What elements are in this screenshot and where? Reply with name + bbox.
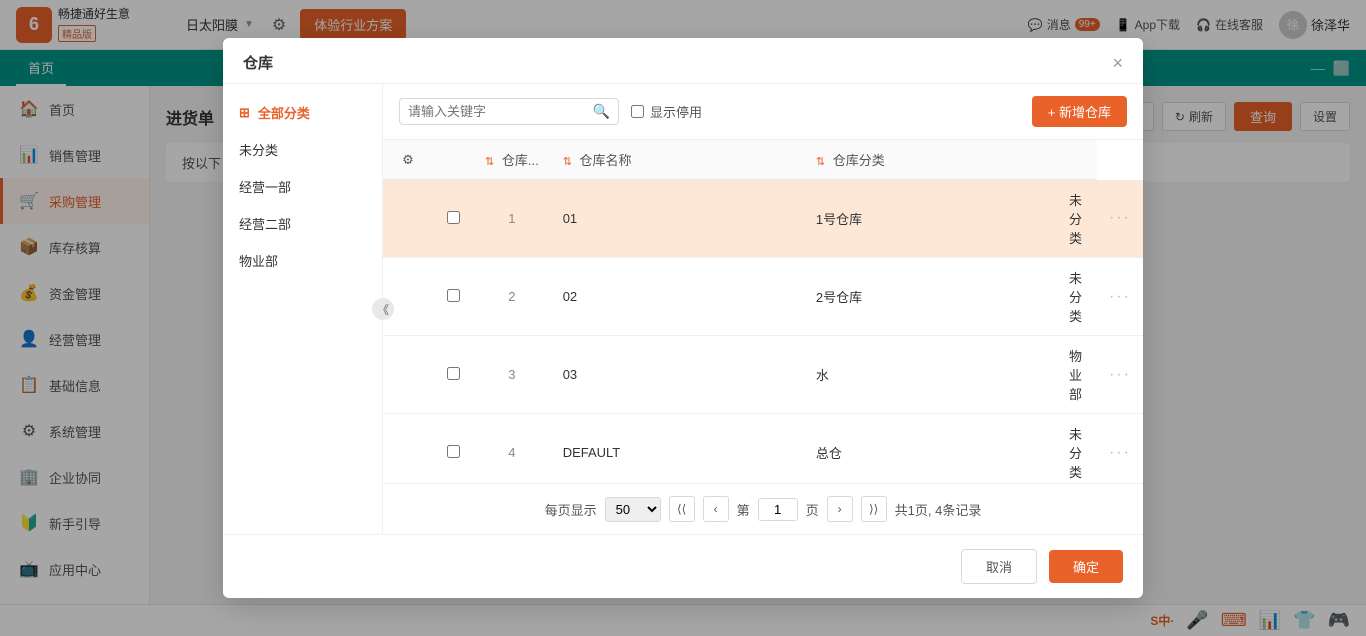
row-name-cell: 总仓 bbox=[804, 414, 1057, 484]
row-code-cell: DEFAULT bbox=[551, 414, 804, 484]
sort-icon-cat: ⇅ bbox=[816, 156, 825, 168]
category-label: 物业部 bbox=[239, 251, 278, 270]
col-header-settings: ⚙ bbox=[383, 140, 433, 180]
page-suffix: 页 bbox=[806, 500, 819, 519]
prev-page-button[interactable]: ‹ bbox=[703, 496, 729, 522]
search-icon[interactable]: 🔍 bbox=[593, 103, 610, 120]
category-all-label: 全部分类 bbox=[258, 103, 310, 122]
row-name-cell: 1号仓库 bbox=[804, 180, 1057, 258]
page-input[interactable] bbox=[758, 498, 798, 521]
row-category-cell: 物业部 bbox=[1057, 336, 1097, 414]
show-disabled-check[interactable] bbox=[631, 105, 644, 118]
pagination: 每页显示 50 10 20 100 ⟨⟨ ‹ 第 页 › ⟩⟩ 共1页, 4条记… bbox=[383, 483, 1143, 534]
modal-close-button[interactable]: × bbox=[1112, 54, 1123, 72]
row-name-cell: 2号仓库 bbox=[804, 258, 1057, 336]
row-dots-icon[interactable]: ··· bbox=[1109, 209, 1131, 226]
col-header-cb bbox=[433, 140, 473, 180]
row-actions-cell: ··· bbox=[1097, 336, 1143, 414]
row-code-cell: 01 bbox=[551, 180, 804, 258]
per-page-select[interactable]: 50 10 20 100 bbox=[605, 497, 661, 522]
row-actions-cell: ··· bbox=[1097, 258, 1143, 336]
category-sidebar-toggle[interactable]: 《 bbox=[372, 298, 394, 320]
total-label: 共1页, 4条记录 bbox=[895, 500, 982, 519]
row-actions-cell: ··· bbox=[1097, 414, 1143, 484]
add-warehouse-button[interactable]: + 新增仓库 bbox=[1032, 96, 1127, 127]
modal-main: 🔍 显示停用 + 新增仓库 ⚙ bbox=[383, 84, 1143, 534]
confirm-button[interactable]: 确定 bbox=[1049, 550, 1123, 583]
table-header-row: ⚙ ⇅ 仓库... ⇅ 仓库名称 bbox=[383, 140, 1143, 180]
category-item-property[interactable]: 物业部 bbox=[223, 242, 382, 279]
row-num-cell: 4 bbox=[473, 414, 551, 484]
last-page-button[interactable]: ⟩⟩ bbox=[861, 496, 887, 522]
show-disabled-label: 显示停用 bbox=[650, 102, 702, 121]
col-header-category: ⇅ 仓库分类 bbox=[804, 140, 1057, 180]
row-dots-icon[interactable]: ··· bbox=[1109, 366, 1131, 383]
search-box: 🔍 bbox=[399, 98, 619, 125]
row-settings-cell bbox=[383, 258, 433, 336]
cancel-button[interactable]: 取消 bbox=[961, 549, 1037, 584]
row-code-cell: 02 bbox=[551, 258, 804, 336]
category-label: 经营一部 bbox=[239, 177, 291, 196]
row-settings-cell bbox=[383, 414, 433, 484]
row-checkbox[interactable] bbox=[447, 367, 460, 380]
row-num-cell: 3 bbox=[473, 336, 551, 414]
category-sidebar: ⊞ 全部分类 未分类 经营一部 经营二部 物业部 《 bbox=[223, 84, 383, 534]
row-num-cell: 1 bbox=[473, 180, 551, 258]
warehouse-modal: 仓库 × ⊞ 全部分类 未分类 经营一部 经营二部 物业部 《 bbox=[223, 38, 1143, 598]
row-checkbox[interactable] bbox=[447, 289, 460, 302]
sort-icon-name: ⇅ bbox=[563, 156, 572, 168]
row-checkbox[interactable] bbox=[447, 211, 460, 224]
table-body: 1 01 1号仓库 未分类 ··· 2 02 2号仓库 未分类 ··· 3 03… bbox=[383, 180, 1143, 484]
category-label: 经营二部 bbox=[239, 214, 291, 233]
modal-header: 仓库 × bbox=[223, 38, 1143, 84]
col-header-name: ⇅ 仓库名称 bbox=[551, 140, 804, 180]
row-code-cell: 03 bbox=[551, 336, 804, 414]
table-row[interactable]: 3 03 水 物业部 ··· bbox=[383, 336, 1143, 414]
table-row[interactable]: 2 02 2号仓库 未分类 ··· bbox=[383, 258, 1143, 336]
per-page-label: 每页显示 bbox=[545, 500, 597, 519]
row-dots-icon[interactable]: ··· bbox=[1109, 444, 1131, 461]
row-category-cell: 未分类 bbox=[1057, 258, 1097, 336]
row-checkbox-cell[interactable] bbox=[433, 336, 473, 414]
row-name-cell: 水 bbox=[804, 336, 1057, 414]
row-category-cell: 未分类 bbox=[1057, 180, 1097, 258]
row-actions-cell: ··· bbox=[1097, 180, 1143, 258]
grid-icon: ⊞ bbox=[239, 105, 250, 121]
row-settings-cell bbox=[383, 336, 433, 414]
row-checkbox-cell[interactable] bbox=[433, 258, 473, 336]
category-all[interactable]: ⊞ 全部分类 bbox=[223, 94, 382, 131]
row-settings-cell bbox=[383, 180, 433, 258]
warehouse-table: ⚙ ⇅ 仓库... ⇅ 仓库名称 bbox=[383, 140, 1143, 483]
category-item-unclassified[interactable]: 未分类 bbox=[223, 131, 382, 168]
category-item-ops2[interactable]: 经营二部 bbox=[223, 205, 382, 242]
modal-body: ⊞ 全部分类 未分类 经营一部 经营二部 物业部 《 🔍 bbox=[223, 84, 1143, 534]
table-row[interactable]: 1 01 1号仓库 未分类 ··· bbox=[383, 180, 1143, 258]
table: ⚙ ⇅ 仓库... ⇅ 仓库名称 bbox=[383, 140, 1143, 483]
col-header-code: ⇅ 仓库... bbox=[473, 140, 551, 180]
modal-toolbar: 🔍 显示停用 + 新增仓库 bbox=[383, 84, 1143, 140]
table-row[interactable]: 4 DEFAULT 总仓 未分类 ··· bbox=[383, 414, 1143, 484]
row-checkbox-cell[interactable] bbox=[433, 180, 473, 258]
row-dots-icon[interactable]: ··· bbox=[1109, 288, 1131, 305]
row-checkbox[interactable] bbox=[447, 445, 460, 458]
modal-footer: 取消 确定 bbox=[223, 534, 1143, 598]
show-disabled-checkbox[interactable]: 显示停用 bbox=[631, 102, 702, 121]
row-checkbox-cell[interactable] bbox=[433, 414, 473, 484]
sort-icon: ⇅ bbox=[485, 156, 494, 168]
search-input[interactable] bbox=[408, 104, 593, 119]
page-label: 第 bbox=[737, 500, 750, 519]
modal-title: 仓库 bbox=[243, 52, 273, 73]
col-header-actions bbox=[1057, 140, 1097, 180]
category-item-ops1[interactable]: 经营一部 bbox=[223, 168, 382, 205]
row-num-cell: 2 bbox=[473, 258, 551, 336]
first-page-button[interactable]: ⟨⟨ bbox=[669, 496, 695, 522]
row-category-cell: 未分类 bbox=[1057, 414, 1097, 484]
category-label: 未分类 bbox=[239, 140, 278, 159]
next-page-button[interactable]: › bbox=[827, 496, 853, 522]
